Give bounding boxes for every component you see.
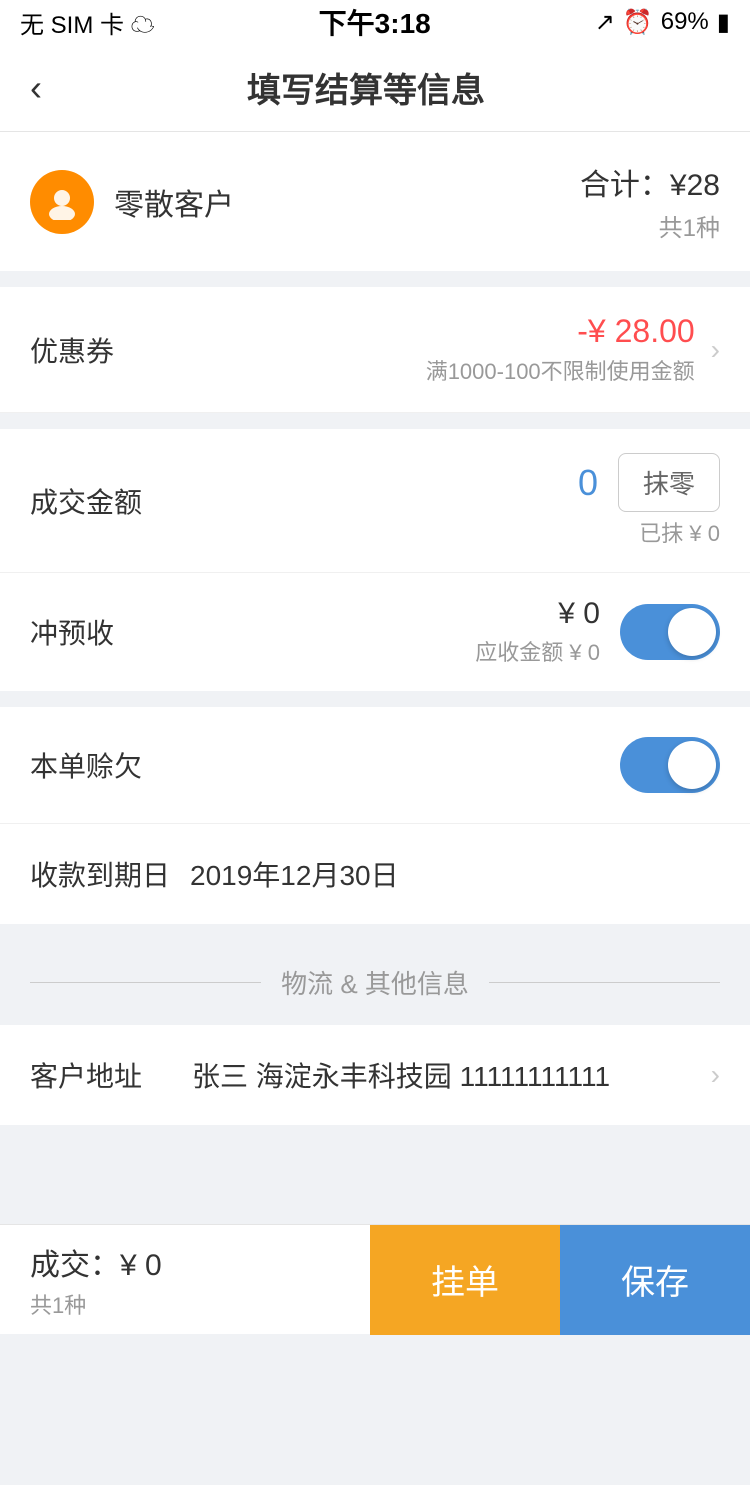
bottom-deal: 成交：¥ 0 xyxy=(30,1240,340,1284)
prepay-label: 冲预收 xyxy=(30,612,114,652)
prepay-row: 冲预收 ¥ 0 应收金额 ¥ 0 xyxy=(0,573,750,691)
due-date-value: 2019年12月30日 xyxy=(190,854,399,894)
address-chevron-icon: › xyxy=(711,1059,720,1091)
back-button[interactable]: ‹ xyxy=(30,67,42,109)
total-count: 共1种 xyxy=(580,208,720,243)
logistics-divider: 物流 & 其他信息 xyxy=(30,964,720,1001)
customer-row: 零散客户 合计：¥28 共1种 xyxy=(0,132,750,271)
prepay-val-wrap: ¥ 0 应收金额 ¥ 0 xyxy=(475,597,600,667)
customer-right: 合计：¥28 共1种 xyxy=(580,160,720,243)
trans-amount-label: 成交金额 xyxy=(30,481,142,521)
nav-bar: ‹ 填写结算等信息 xyxy=(0,44,750,132)
debt-toggle-thumb xyxy=(668,741,716,789)
bottom-bar: 成交：¥ 0 共1种 挂单 保存 xyxy=(0,1224,750,1334)
sim-status: 无 SIM 卡 ☁ xyxy=(20,5,155,40)
trans-amount-value: 0 xyxy=(578,462,598,504)
alarm-icon: ⏰ xyxy=(623,8,653,37)
already-rounded: 已抹 ¥ 0 xyxy=(578,516,720,548)
chevron-right-icon: › xyxy=(711,334,720,366)
battery-level: 69% xyxy=(661,8,709,36)
coupon-label: 优惠券 xyxy=(30,330,114,370)
battery-icon: ▮ xyxy=(717,8,730,37)
bottom-deal-label: 成交： xyxy=(30,1249,120,1282)
bottom-count: 共1种 xyxy=(30,1288,340,1320)
hang-button[interactable]: 挂单 xyxy=(370,1225,560,1335)
status-right: ↗ ⏰ 69% ▮ xyxy=(595,8,730,37)
location-icon: ↗ xyxy=(595,8,615,37)
total-price: 合计：¥28 xyxy=(580,160,720,204)
coupon-row[interactable]: 优惠券 -¥ 28.00 满1000-100不限制使用金额 › xyxy=(0,287,750,413)
logistics-section: 物流 & 其他信息 xyxy=(0,940,750,1025)
address-value: 张三 海淀永丰科技园 11111111111 xyxy=(192,1055,691,1095)
page-title: 填写结算等信息 xyxy=(62,63,670,112)
coupon-value-wrap: -¥ 28.00 满1000-100不限制使用金额 xyxy=(426,313,695,386)
status-bar: 无 SIM 卡 ☁ 下午3:18 ↗ ⏰ 69% ▮ xyxy=(0,0,750,44)
prepay-main-value: ¥ 0 xyxy=(475,597,600,631)
debt-toggle[interactable] xyxy=(620,737,720,793)
coupon-amount: -¥ 28.00 xyxy=(426,313,695,350)
logistics-label: 物流 & 其他信息 xyxy=(281,964,469,1001)
prepay-sub-value: 应收金额 ¥ 0 xyxy=(475,635,600,667)
customer-left: 零散客户 xyxy=(30,170,234,234)
coupon-desc: 满1000-100不限制使用金额 xyxy=(426,354,695,386)
round-button[interactable]: 抹零 xyxy=(618,453,720,512)
status-left: 无 SIM 卡 ☁ xyxy=(20,5,155,40)
debt-row: 本单赊欠 xyxy=(0,707,750,823)
save-button[interactable]: 保存 xyxy=(560,1225,750,1335)
section-divider-3 xyxy=(0,924,750,940)
customer-name: 零散客户 xyxy=(114,180,234,224)
divider-line-left xyxy=(30,982,261,983)
bottom-info: 成交：¥ 0 共1种 xyxy=(0,1240,370,1320)
address-label: 客户地址 xyxy=(30,1055,142,1095)
due-date-label: 收款到期日 xyxy=(30,854,170,894)
status-time: 下午3:18 xyxy=(319,2,431,42)
section-divider-2 xyxy=(0,691,750,707)
prepay-right: ¥ 0 应收金额 ¥ 0 xyxy=(475,597,720,667)
trans-amount-row: 成交金额 0 抹零 已抹 ¥ 0 xyxy=(0,429,750,573)
prepay-toggle[interactable] xyxy=(620,604,720,660)
coupon-right: -¥ 28.00 满1000-100不限制使用金额 › xyxy=(426,313,720,386)
section-divider-1 xyxy=(0,413,750,429)
debt-label: 本单赊欠 xyxy=(30,745,142,785)
address-row[interactable]: 客户地址 张三 海淀永丰科技园 11111111111 › xyxy=(0,1025,750,1125)
avatar xyxy=(30,170,94,234)
divider-line-right xyxy=(489,982,720,983)
trans-value-wrap: 0 抹零 xyxy=(578,453,720,512)
toggle-thumb xyxy=(668,608,716,656)
due-date-row: 收款到期日 2019年12月30日 xyxy=(0,823,750,924)
bottom-deal-value: ¥ 0 xyxy=(120,1249,162,1282)
